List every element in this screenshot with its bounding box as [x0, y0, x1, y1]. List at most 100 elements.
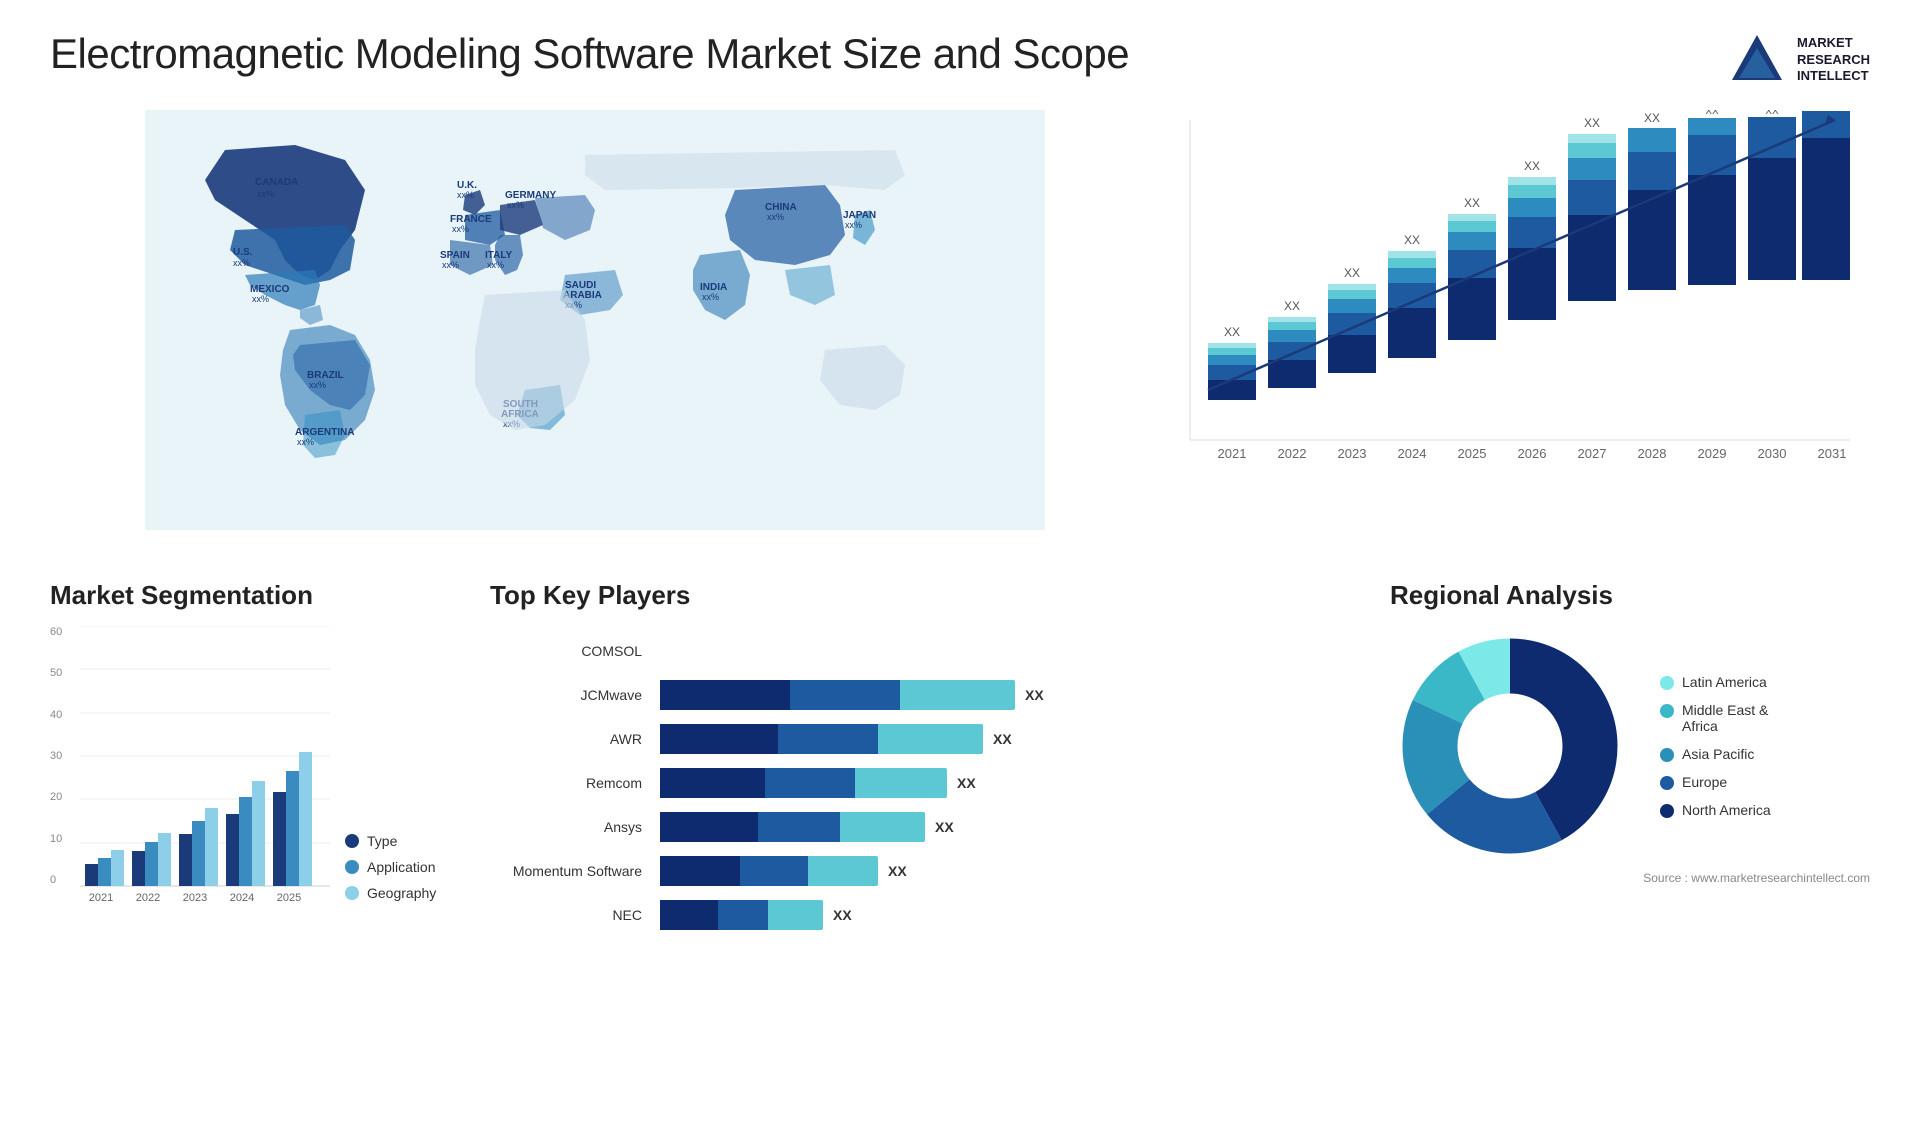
- svg-text:2022: 2022: [136, 892, 160, 904]
- segmentation-title: Market Segmentation: [50, 580, 470, 611]
- player-name-ansys: Ansys: [490, 819, 650, 835]
- legend-application: Application: [345, 859, 436, 875]
- svg-text:xx%: xx%: [507, 200, 524, 210]
- player-bar-jcmwave: XX: [660, 680, 1370, 710]
- svg-text:XX: XX: [1765, 110, 1779, 117]
- logo-text: MARKET RESEARCH INTELLECT: [1797, 35, 1870, 86]
- dot-mea: [1660, 704, 1674, 718]
- player-row-nec: NEC XX: [490, 900, 1370, 930]
- svg-text:2025: 2025: [1458, 446, 1487, 461]
- player-row-awr: AWR XX: [490, 724, 1370, 754]
- svg-text:xx%: xx%: [457, 190, 474, 200]
- players-title: Top Key Players: [490, 580, 1370, 611]
- svg-text:XX: XX: [1705, 110, 1719, 117]
- legend-type-dot: [345, 834, 359, 848]
- player-bar-nec: XX: [660, 900, 1370, 930]
- player-bar-momentum: XX: [660, 856, 1370, 886]
- bottom-section: Market Segmentation 0 10 20 30 40 50 60: [50, 580, 1870, 1060]
- world-map-container: CANADA xx% U.S. xx% MEXICO xx% BRAZIL xx…: [50, 110, 1140, 550]
- svg-text:XX: XX: [1404, 233, 1420, 247]
- regional-title: Regional Analysis: [1390, 580, 1870, 611]
- segmentation-legend: Type Application Geography: [345, 833, 436, 921]
- players-container: Top Key Players COMSOL JCMwave: [490, 580, 1370, 1060]
- legend-latin-america: Latin America: [1660, 674, 1771, 690]
- svg-text:XX: XX: [1224, 325, 1240, 339]
- svg-text:xx%: xx%: [252, 294, 269, 304]
- dot-europe: [1660, 776, 1674, 790]
- legend-north-america: North America: [1660, 802, 1771, 818]
- bar-chart-area: XX XX XX: [1170, 110, 1870, 490]
- svg-text:2028: 2028: [1638, 446, 1667, 461]
- player-bar-remcom: XX: [660, 768, 1370, 798]
- svg-text:xx%: xx%: [257, 189, 274, 199]
- player-name-jcmwave: JCMwave: [490, 687, 650, 703]
- donut-svg: [1390, 626, 1630, 866]
- player-name-remcom: Remcom: [490, 775, 650, 791]
- svg-text:2030: 2030: [1758, 446, 1787, 461]
- player-name-awr: AWR: [490, 731, 650, 747]
- svg-text:2021: 2021: [89, 892, 113, 904]
- legend-geography-dot: [345, 886, 359, 900]
- bar-chart-svg: XX XX XX: [1180, 110, 1860, 490]
- svg-text:2024: 2024: [230, 892, 254, 904]
- svg-text:xx%: xx%: [452, 224, 469, 234]
- svg-text:2024: 2024: [1398, 446, 1427, 461]
- dot-latin-america: [1660, 676, 1674, 690]
- svg-text:xx%: xx%: [767, 212, 784, 222]
- svg-text:xx%: xx%: [233, 258, 250, 268]
- player-row-remcom: Remcom XX: [490, 768, 1370, 798]
- svg-text:xx%: xx%: [702, 292, 719, 302]
- svg-text:xx%: xx%: [442, 260, 459, 270]
- svg-text:2021: 2021: [1218, 446, 1247, 461]
- svg-text:xx%: xx%: [297, 437, 314, 447]
- svg-text:2026: 2026: [1518, 446, 1547, 461]
- segmentation-chart-svg: 2021 2022 2023 2024 2025: [80, 626, 330, 916]
- svg-text:XX: XX: [1344, 266, 1360, 280]
- player-name-momentum: Momentum Software: [490, 863, 650, 879]
- map-canada-label: CANADA: [255, 177, 298, 188]
- legend-type: Type: [345, 833, 436, 849]
- world-map-svg: CANADA xx% U.S. xx% MEXICO xx% BRAZIL xx…: [50, 110, 1140, 530]
- player-row-momentum: Momentum Software XX: [490, 856, 1370, 886]
- player-row-ansys: Ansys XX: [490, 812, 1370, 842]
- legend-asia-pacific: Asia Pacific: [1660, 746, 1771, 762]
- logo-icon: [1727, 30, 1787, 90]
- player-row-comsol: COMSOL: [490, 636, 1370, 666]
- page-header: Electromagnetic Modeling Software Market…: [50, 30, 1870, 90]
- svg-text:2027: 2027: [1578, 446, 1607, 461]
- svg-text:XX: XX: [1464, 196, 1480, 210]
- svg-text:xx%: xx%: [309, 380, 326, 390]
- legend-mea: Middle East &Africa: [1660, 702, 1771, 734]
- logo: MARKET RESEARCH INTELLECT: [1727, 30, 1870, 90]
- top-section: CANADA xx% U.S. xx% MEXICO xx% BRAZIL xx…: [50, 110, 1870, 550]
- svg-text:2023: 2023: [1338, 446, 1367, 461]
- player-bar-comsol: [660, 636, 1370, 666]
- players-chart: COMSOL JCMwave XX: [490, 626, 1370, 954]
- page-title: Electromagnetic Modeling Software Market…: [50, 30, 1129, 78]
- source-text: Source : www.marketresearchintellect.com: [1390, 871, 1870, 885]
- svg-text:XX: XX: [1284, 299, 1300, 313]
- svg-text:2025: 2025: [277, 892, 301, 904]
- player-name-comsol: COMSOL: [490, 643, 650, 659]
- player-name-nec: NEC: [490, 907, 650, 923]
- svg-text:2023: 2023: [183, 892, 207, 904]
- map-us-label: U.S.: [233, 247, 253, 258]
- svg-text:2029: 2029: [1698, 446, 1727, 461]
- player-bar-ansys: XX: [660, 812, 1370, 842]
- svg-text:2031: 2031: [1818, 446, 1847, 461]
- player-row-jcmwave: JCMwave XX: [490, 680, 1370, 710]
- dot-north-america: [1660, 804, 1674, 818]
- player-bar-awr: XX: [660, 724, 1370, 754]
- legend-application-dot: [345, 860, 359, 874]
- bar-chart-container: XX XX XX: [1170, 110, 1870, 550]
- dot-asia-pacific: [1660, 748, 1674, 762]
- regional-container: Regional Analysis: [1390, 580, 1870, 1060]
- segmentation-container: Market Segmentation 0 10 20 30 40 50 60: [50, 580, 470, 1060]
- svg-text:xx%: xx%: [845, 220, 862, 230]
- legend-europe: Europe: [1660, 774, 1771, 790]
- svg-text:XX: XX: [1584, 116, 1600, 130]
- svg-text:xx%: xx%: [487, 260, 504, 270]
- regional-legend: Latin America Middle East &Africa Asia P…: [1660, 674, 1771, 818]
- legend-geography: Geography: [345, 885, 436, 901]
- donut-chart: [1390, 626, 1630, 866]
